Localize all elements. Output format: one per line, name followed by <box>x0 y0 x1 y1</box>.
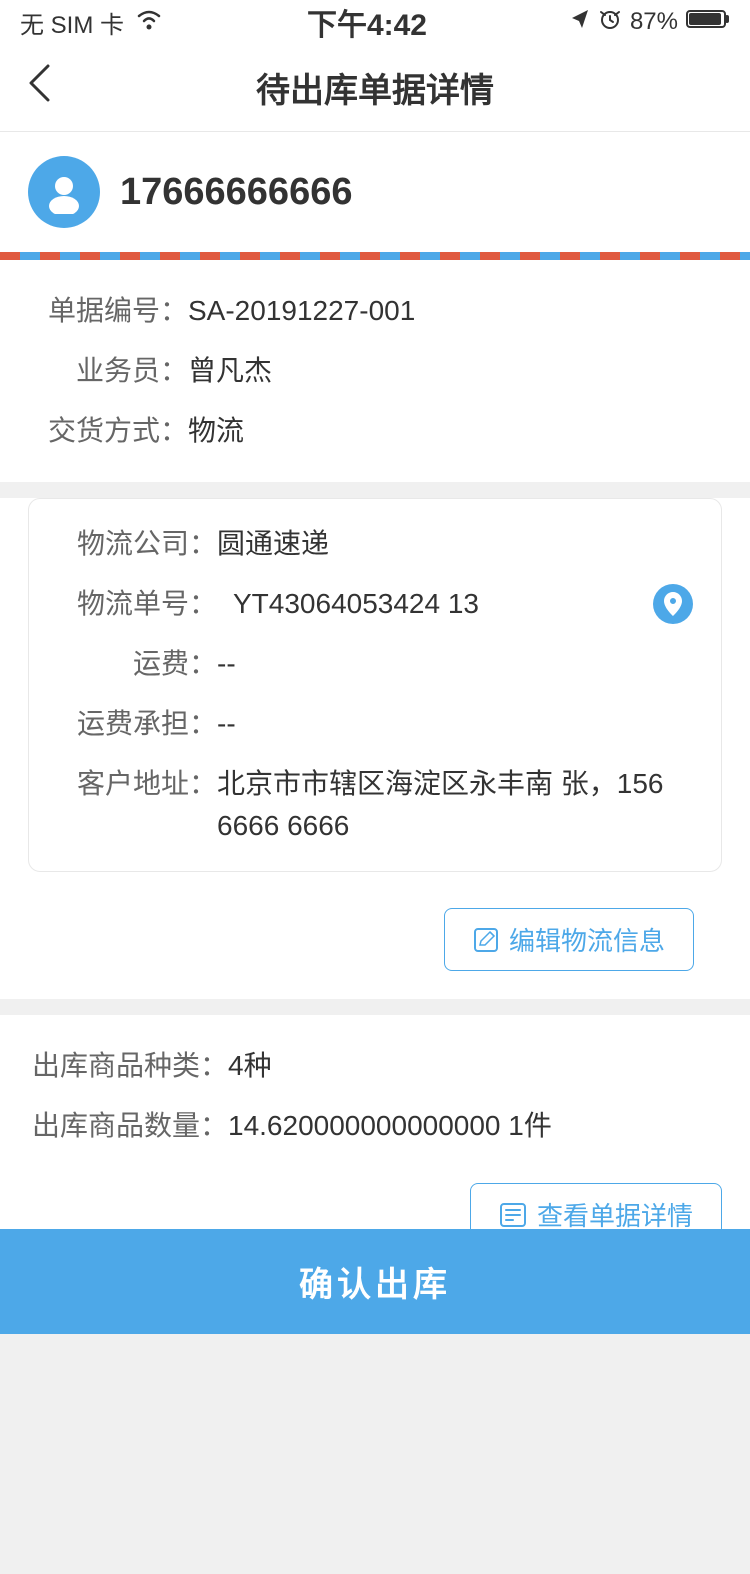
page-title: 待出库单据详情 <box>256 63 494 112</box>
order-info-section: 单据编号： SA-20191227-001 业务员： 曾凡杰 交货方式： 物流 <box>0 260 750 482</box>
freight-bearer-label: 运费承担： <box>57 703 217 745</box>
tracking-no-value: YT43064053424 13 <box>233 583 637 625</box>
wifi-icon <box>134 8 164 37</box>
back-button[interactable] <box>28 64 50 111</box>
delivery-method-value: 物流 <box>188 410 722 452</box>
customer-header: 17666666666 <box>0 132 750 252</box>
status-time: 下午4:42 <box>307 0 427 44</box>
delivery-method-label: 交货方式： <box>28 410 188 452</box>
order-no-row: 单据编号： SA-20191227-001 <box>28 290 722 332</box>
product-types-row: 出库商品种类： 4种 <box>28 1045 722 1087</box>
status-left: 无 SIM 卡 <box>20 5 164 40</box>
logistics-card: 物流公司： 圆通速递 物流单号： YT43064053424 13 运费： --… <box>28 498 722 872</box>
carrier-text: 无 SIM 卡 <box>20 5 124 40</box>
address-row: 客户地址： 北京市市辖区海淀区永丰南 张，156 6666 6666 <box>57 763 693 847</box>
battery-text: 87% <box>630 8 678 36</box>
product-qty-row: 出库商品数量： 14.620000000000000 1件 <box>28 1105 722 1147</box>
freight-bearer-row: 运费承担： -- <box>57 703 693 745</box>
product-types-label: 出库商品种类： <box>28 1045 228 1087</box>
battery-icon <box>686 8 730 37</box>
freight-label: 运费： <box>57 643 217 685</box>
dashed-divider <box>0 252 750 260</box>
location-status-icon <box>570 8 590 37</box>
status-right: 87% <box>570 7 730 38</box>
freight-bearer-value: -- <box>217 703 693 745</box>
product-qty-value: 14.620000000000000 1件 <box>228 1105 722 1147</box>
customer-phone: 17666666666 <box>120 171 352 214</box>
view-detail-label: 查看单据详情 <box>537 1196 693 1233</box>
edit-logistics-button[interactable]: 编辑物流信息 <box>444 908 694 971</box>
confirm-btn-label: 确认出库 <box>299 1257 451 1306</box>
product-qty-label: 出库商品数量： <box>28 1105 228 1147</box>
order-no-value: SA-20191227-001 <box>188 290 722 332</box>
tracking-no-row: 物流单号： YT43064053424 13 <box>57 583 693 625</box>
logistics-company-row: 物流公司： 圆通速递 <box>57 523 693 565</box>
section-divider <box>0 999 750 1015</box>
order-no-label: 单据编号： <box>28 290 188 332</box>
address-label: 客户地址： <box>57 763 217 805</box>
edit-btn-wrap: 编辑物流信息 <box>28 888 722 999</box>
logistics-company-value: 圆通速递 <box>217 523 693 565</box>
freight-row: 运费： -- <box>57 643 693 685</box>
salesperson-row: 业务员： 曾凡杰 <box>28 350 722 392</box>
freight-value: -- <box>217 643 693 685</box>
tracking-no-label: 物流单号： <box>57 583 217 625</box>
confirm-btn-wrap[interactable]: 确认出库 <box>0 1229 750 1334</box>
edit-logistics-label: 编辑物流信息 <box>509 921 665 958</box>
nav-bar: 待出库单据详情 <box>0 44 750 132</box>
product-types-value: 4种 <box>228 1045 722 1087</box>
delivery-method-row: 交货方式： 物流 <box>28 410 722 452</box>
address-value: 北京市市辖区海淀区永丰南 张，156 6666 6666 <box>217 763 693 847</box>
avatar <box>28 156 100 228</box>
salesperson-label: 业务员： <box>28 350 188 392</box>
summary-section: 出库商品种类： 4种 出库商品数量： 14.620000000000000 1件 <box>0 1015 750 1167</box>
status-bar: 无 SIM 卡 下午4:42 <box>0 0 750 44</box>
track-location-icon[interactable] <box>653 584 693 624</box>
alarm-icon <box>598 7 622 38</box>
salesperson-value: 曾凡杰 <box>188 350 722 392</box>
logistics-company-label: 物流公司： <box>57 523 217 565</box>
